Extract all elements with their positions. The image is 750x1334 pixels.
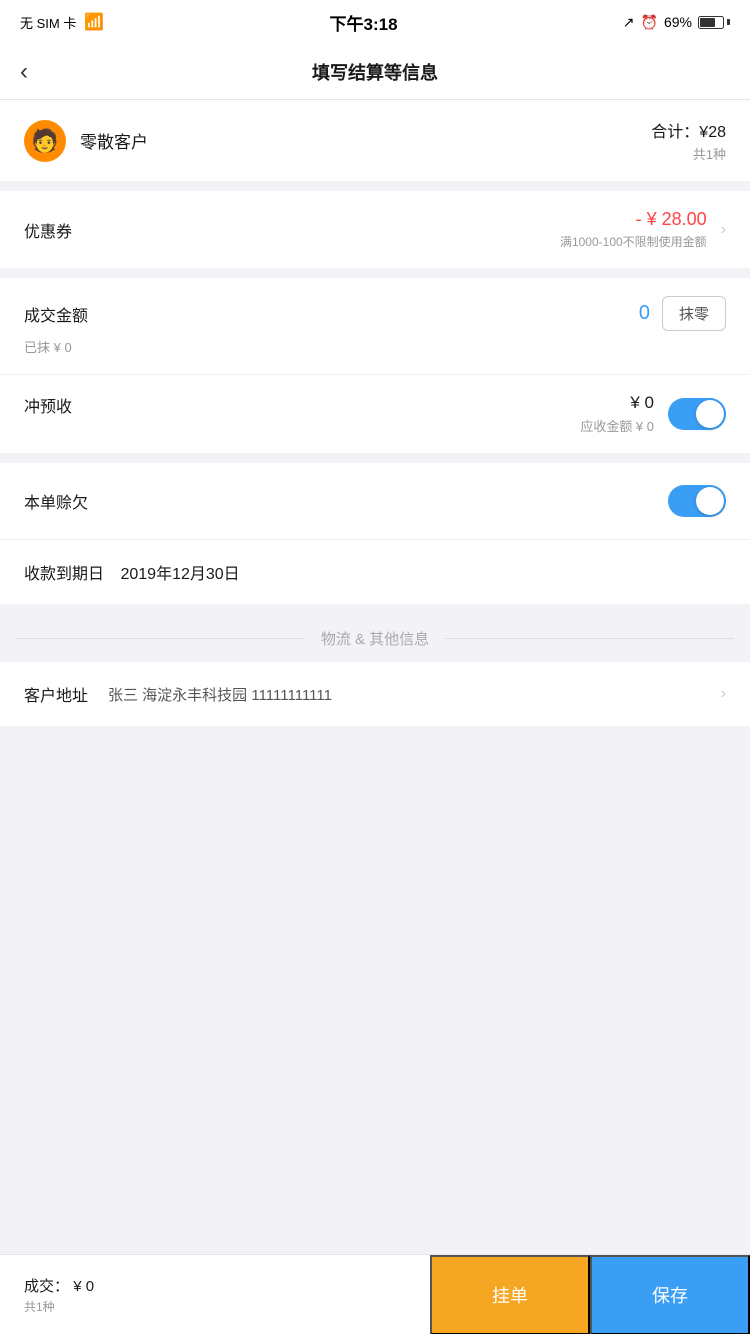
hold-button[interactable]: 挂单 <box>430 1255 590 1334</box>
duedate-value: 2019年12月30日 <box>120 566 239 583</box>
prepay-section: 冲预收 ¥ 0 应收金额 ¥ 0 <box>0 374 750 453</box>
logistics-label: 物流 & 其他信息 <box>321 628 429 649</box>
avatar-icon: 🧑 <box>31 128 58 154</box>
save-button[interactable]: 保存 <box>590 1255 750 1334</box>
status-right: ↗ ⏰ 69% <box>623 14 730 31</box>
status-bar: 无 SIM 卡 📶 下午3:18 ↗ ⏰ 69% <box>0 0 750 44</box>
coupon-section: 优惠券 - ¥ 28.00 满1000-100不限制使用金额 › <box>0 191 750 268</box>
prepay-row: 冲预收 ¥ 0 应收金额 ¥ 0 <box>24 393 726 435</box>
location-icon: ↗ <box>623 14 635 31</box>
coupon-label: 优惠券 <box>24 218 72 242</box>
address-section[interactable]: 客户地址 张三 海淀永丰科技园 11111111111 › <box>0 662 750 726</box>
logistics-divider: 物流 & 其他信息 <box>0 614 750 662</box>
total-amount: 合计：¥28 <box>651 118 726 142</box>
amount-label: 成交金额 <box>24 302 88 326</box>
bottom-bar: 成交： ¥ 0 共1种 挂单 保存 <box>0 1254 750 1334</box>
page-title: 填写结算等信息 <box>312 59 438 85</box>
coupon-row[interactable]: 优惠券 - ¥ 28.00 满1000-100不限制使用金额 › <box>0 191 750 268</box>
chevron-icon: › <box>721 221 726 239</box>
credit-label: 本单赊欠 <box>24 489 88 513</box>
coupon-right: - ¥ 28.00 满1000-100不限制使用金额 › <box>560 209 726 250</box>
amount-row: 成交金额 0 抹零 <box>24 296 726 331</box>
divider-3 <box>0 453 750 463</box>
bottom-deal-value: ¥ 0 <box>73 1278 94 1295</box>
credit-toggle-knob <box>696 487 724 515</box>
duedate-section: 收款到期日 2019年12月30日 <box>0 539 750 604</box>
coupon-value-wrap: - ¥ 28.00 满1000-100不限制使用金额 <box>560 209 707 250</box>
logistics-line-right <box>445 638 734 639</box>
credit-section: 本单赊欠 <box>0 463 750 539</box>
round-button[interactable]: 抹零 <box>662 296 726 331</box>
toggle-knob <box>696 400 724 428</box>
divider-2 <box>0 268 750 278</box>
coupon-value: - ¥ 28.00 <box>560 209 707 230</box>
prepay-sub-value: 应收金额 ¥ 0 <box>580 416 654 435</box>
avatar: 🧑 <box>24 120 66 162</box>
logistics-line-left <box>16 638 305 639</box>
prepay-right: ¥ 0 应收金额 ¥ 0 <box>580 393 726 435</box>
alarm-icon: ⏰ <box>641 14 658 31</box>
bottom-count: 共1种 <box>24 1298 406 1315</box>
divider-1 <box>0 181 750 191</box>
nav-bar: ‹ 填写结算等信息 <box>0 44 750 100</box>
prepay-main-value: ¥ 0 <box>580 393 654 413</box>
address-label: 客户地址 <box>24 682 88 706</box>
amount-input-wrap: 0 抹零 <box>639 296 726 331</box>
battery-icon <box>698 16 730 29</box>
prepay-toggle[interactable] <box>668 398 726 430</box>
divider-4 <box>0 604 750 614</box>
sim-label: 无 SIM 卡 <box>20 13 76 32</box>
amount-value[interactable]: 0 <box>639 302 650 325</box>
amount-sub: 已抹 ¥ 0 <box>24 337 726 356</box>
address-value: 张三 海淀永丰科技园 11111111111 <box>108 684 721 705</box>
duedate-label: 收款到期日 2019年12月30日 <box>24 566 240 583</box>
customer-left: 🧑 零散客户 <box>24 120 148 162</box>
main-content: 🧑 零散客户 合计：¥28 共1种 优惠券 - ¥ 28.00 满1000-10… <box>0 100 750 1006</box>
wifi-icon: 📶 <box>84 12 104 32</box>
time-display: 下午3:18 <box>330 10 398 35</box>
total-count: 共1种 <box>651 144 726 163</box>
bottom-info: 成交： ¥ 0 共1种 <box>0 1275 430 1315</box>
credit-toggle[interactable] <box>668 485 726 517</box>
customer-row: 🧑 零散客户 合计：¥28 共1种 <box>0 100 750 181</box>
address-chevron-icon: › <box>721 685 726 703</box>
back-button[interactable]: ‹ <box>20 58 28 86</box>
coupon-desc: 满1000-100不限制使用金额 <box>560 233 707 250</box>
battery-percent: 69% <box>664 14 692 30</box>
bottom-deal: 成交： ¥ 0 <box>24 1275 406 1296</box>
prepay-label: 冲预收 <box>24 393 72 417</box>
customer-name: 零散客户 <box>80 128 148 153</box>
prepay-amounts: ¥ 0 应收金额 ¥ 0 <box>580 393 654 435</box>
status-left: 无 SIM 卡 📶 <box>20 12 104 32</box>
divider-5 <box>0 726 750 926</box>
customer-right: 合计：¥28 共1种 <box>651 118 726 163</box>
amount-section: 成交金额 0 抹零 已抹 ¥ 0 <box>0 278 750 374</box>
